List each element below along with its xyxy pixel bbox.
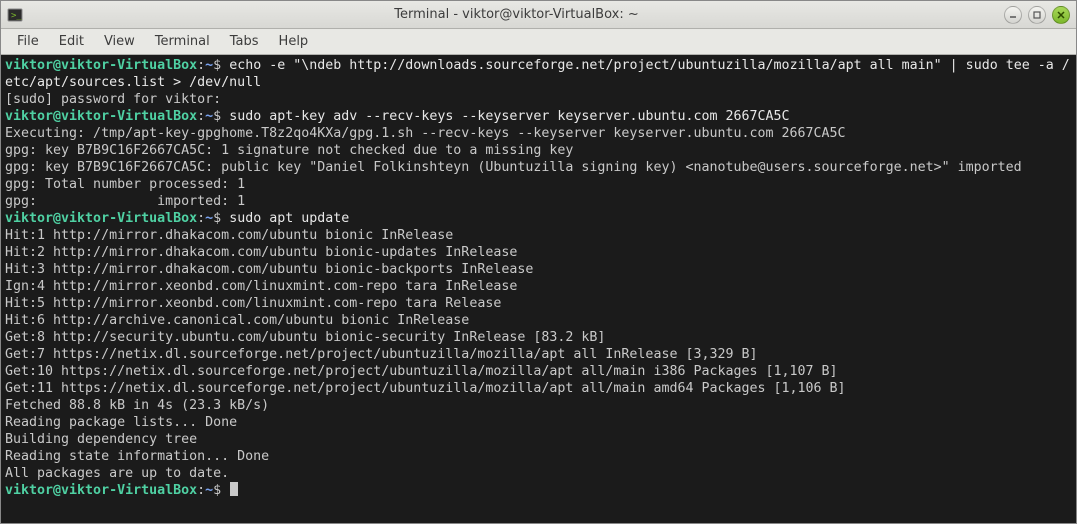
output-line: Get:10 https://netix.dl.sourceforge.net/…	[5, 363, 1072, 380]
window-controls	[1004, 6, 1070, 24]
menu-tabs[interactable]: Tabs	[220, 32, 269, 51]
prompt-path: ~	[205, 58, 213, 73]
close-button[interactable]	[1052, 6, 1070, 24]
output-line: Executing: /tmp/apt-key-gpghome.T8z2qo4K…	[5, 125, 1072, 142]
output-line: Hit:3 http://mirror.dhakacom.com/ubuntu …	[5, 261, 1072, 278]
prompt-line: viktor@viktor-VirtualBox:~$ sudo apt upd…	[5, 210, 1072, 227]
output-line: Hit:1 http://mirror.dhakacom.com/ubuntu …	[5, 227, 1072, 244]
menu-file[interactable]: File	[7, 32, 49, 51]
output-line: [sudo] password for viktor:	[5, 91, 1072, 108]
menubar: File Edit View Terminal Tabs Help	[1, 29, 1076, 55]
prompt-host: viktor@viktor-VirtualBox	[5, 211, 197, 226]
prompt-line: viktor@viktor-VirtualBox:~$ echo -e "\nd…	[5, 57, 1072, 91]
output-line: Building dependency tree	[5, 431, 1072, 448]
output-line: Hit:6 http://archive.canonical.com/ubunt…	[5, 312, 1072, 329]
output-line: Get:8 http://security.ubuntu.com/ubuntu …	[5, 329, 1072, 346]
output-line: gpg: key B7B9C16F2667CA5C: 1 signature n…	[5, 142, 1072, 159]
prompt-line: viktor@viktor-VirtualBox:~$ sudo apt-key…	[5, 108, 1072, 125]
output-line: gpg: Total number processed: 1	[5, 176, 1072, 193]
output-line: gpg: imported: 1	[5, 193, 1072, 210]
prompt-path: ~	[205, 483, 213, 498]
cursor	[230, 482, 238, 496]
maximize-button[interactable]	[1028, 6, 1046, 24]
menu-help[interactable]: Help	[269, 32, 319, 51]
terminal-window: >_ Terminal - viktor@viktor-VirtualBox: …	[0, 0, 1077, 524]
minimize-button[interactable]	[1004, 6, 1022, 24]
menu-terminal[interactable]: Terminal	[145, 32, 220, 51]
command-text: sudo apt update	[229, 211, 349, 226]
output-line: Get:7 https://netix.dl.sourceforge.net/p…	[5, 346, 1072, 363]
output-line: Reading state information... Done	[5, 448, 1072, 465]
terminal-icon: >_	[7, 7, 23, 23]
prompt-host: viktor@viktor-VirtualBox	[5, 483, 197, 498]
output-line: Hit:5 http://mirror.xeonbd.com/linuxmint…	[5, 295, 1072, 312]
output-line: gpg: key B7B9C16F2667CA5C: public key "D…	[5, 159, 1072, 176]
prompt-path: ~	[205, 109, 213, 124]
window-title: Terminal - viktor@viktor-VirtualBox: ~	[394, 7, 639, 22]
terminal-viewport[interactable]: viktor@viktor-VirtualBox:~$ echo -e "\nd…	[1, 55, 1076, 523]
prompt-line: viktor@viktor-VirtualBox:~$	[5, 482, 1072, 499]
menu-view[interactable]: View	[94, 32, 145, 51]
svg-text:>_: >_	[11, 11, 22, 21]
output-line: Ign:4 http://mirror.xeonbd.com/linuxmint…	[5, 278, 1072, 295]
output-line: Reading package lists... Done	[5, 414, 1072, 431]
output-line: Fetched 88.8 kB in 4s (23.3 kB/s)	[5, 397, 1072, 414]
output-line: All packages are up to date.	[5, 465, 1072, 482]
command-text: sudo apt-key adv --recv-keys --keyserver…	[229, 109, 789, 124]
prompt-host: viktor@viktor-VirtualBox	[5, 58, 197, 73]
output-line: Get:11 https://netix.dl.sourceforge.net/…	[5, 380, 1072, 397]
output-line: Hit:2 http://mirror.dhakacom.com/ubuntu …	[5, 244, 1072, 261]
prompt-path: ~	[205, 211, 213, 226]
prompt-host: viktor@viktor-VirtualBox	[5, 109, 197, 124]
menu-edit[interactable]: Edit	[49, 32, 94, 51]
titlebar[interactable]: >_ Terminal - viktor@viktor-VirtualBox: …	[1, 1, 1076, 29]
